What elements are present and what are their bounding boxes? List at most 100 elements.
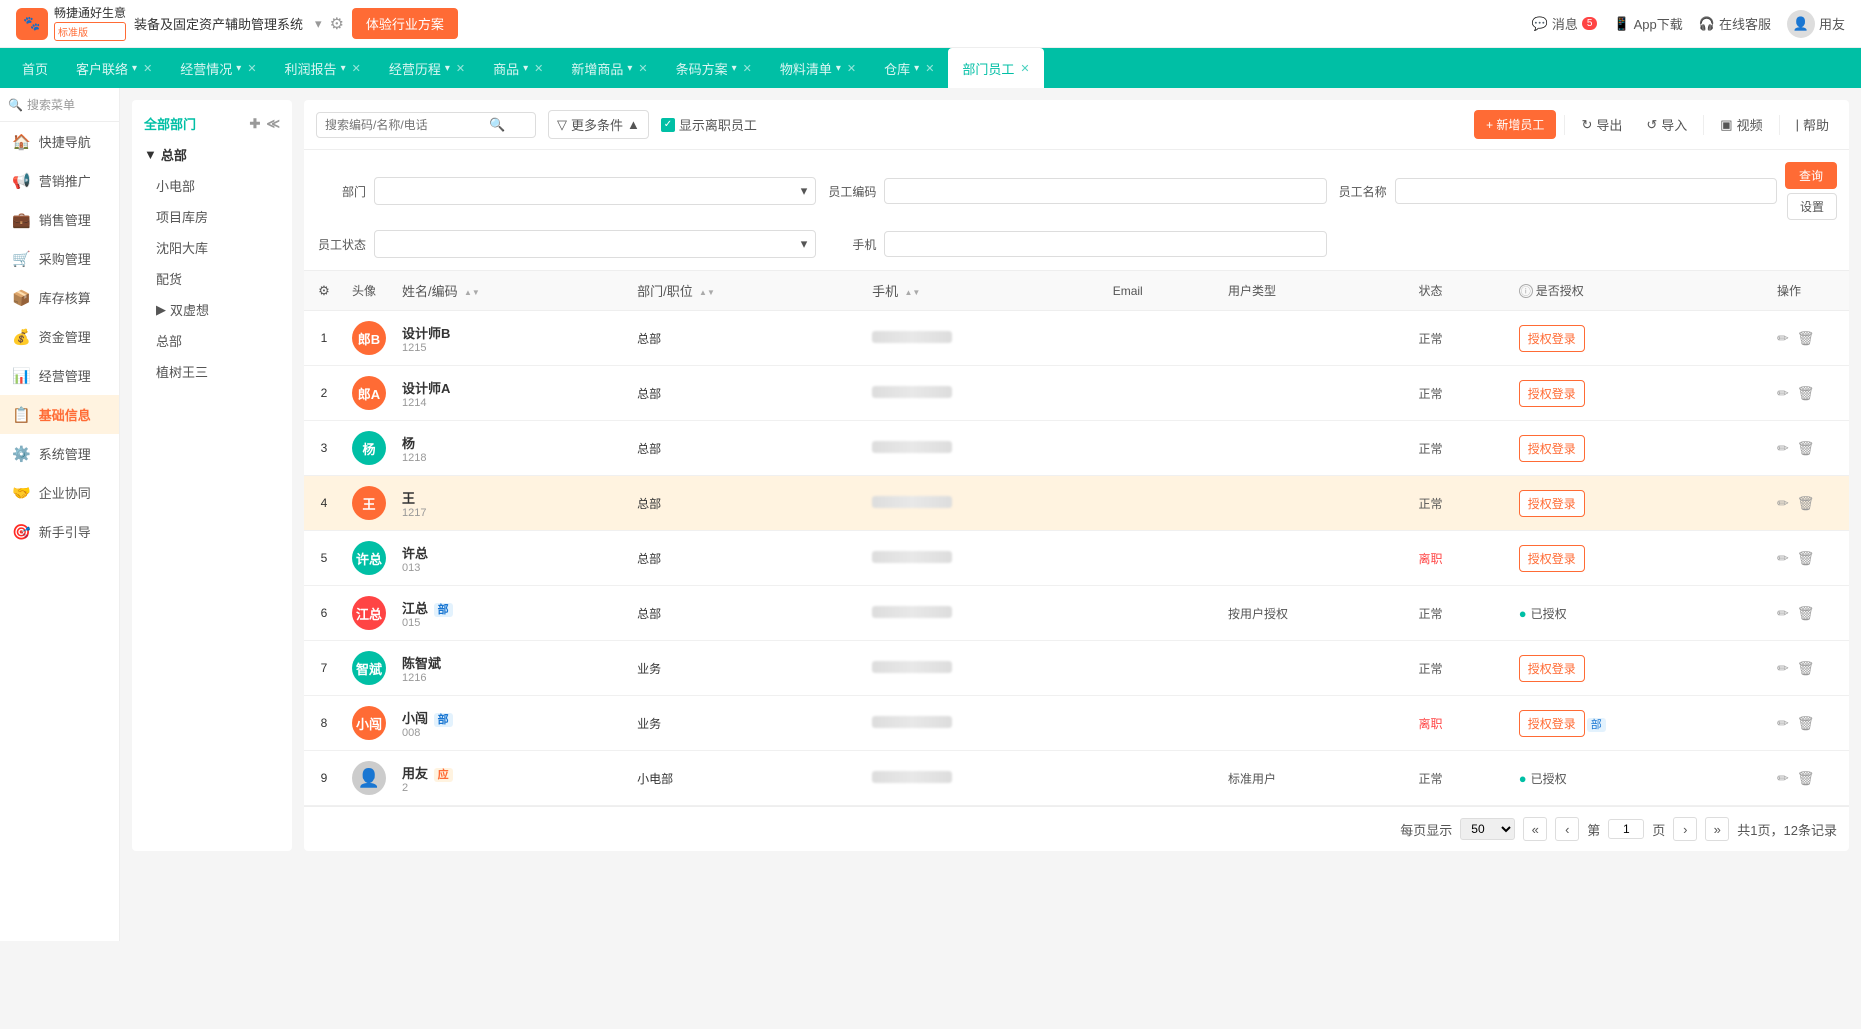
emp-code-input[interactable] bbox=[884, 178, 1326, 204]
sidebar-item-basic-info[interactable]: 📋 基础信息 bbox=[0, 395, 119, 434]
delete-icon[interactable]: 🗑 bbox=[1797, 550, 1815, 567]
page-number-input[interactable] bbox=[1608, 819, 1644, 839]
sidebar-item-collaboration[interactable]: 🤝 企业协同 bbox=[0, 473, 119, 512]
tab-barcode-close-icon[interactable]: ✕ bbox=[743, 62, 752, 75]
sidebar-item-marketing[interactable]: 📢 营销推广 bbox=[0, 161, 119, 200]
sidebar-item-purchase[interactable]: 🛒 采购管理 bbox=[0, 239, 119, 278]
auth-login-button[interactable]: 授权登录 bbox=[1519, 435, 1585, 462]
sidebar-item-finance[interactable]: 💰 资金管理 bbox=[0, 317, 119, 356]
dept-filter-select[interactable]: ▾ bbox=[374, 177, 816, 205]
next-page-button[interactable]: › bbox=[1673, 817, 1697, 841]
per-page-select[interactable]: 50 100 bbox=[1460, 818, 1515, 840]
edit-icon[interactable]: ✏ bbox=[1777, 715, 1789, 732]
auth-login-button[interactable]: 授权登录 bbox=[1519, 545, 1585, 572]
dept-tree-item-distribution[interactable]: 配货 bbox=[132, 263, 292, 294]
emp-name-input[interactable] bbox=[1395, 178, 1777, 204]
tab-dept-staff[interactable]: 部门员工 ✕ bbox=[948, 48, 1043, 88]
tab-new-goods[interactable]: 新增商品 ▾ ✕ bbox=[557, 48, 661, 88]
search-input[interactable] bbox=[325, 118, 485, 132]
delete-icon[interactable]: 🗑 bbox=[1797, 715, 1815, 732]
tab-goods-close-icon[interactable]: ✕ bbox=[534, 62, 543, 75]
phone-sort-icon[interactable]: ▲▼ bbox=[905, 288, 921, 297]
tab-dept-staff-close-icon[interactable]: ✕ bbox=[1020, 62, 1029, 75]
dept-tree-item-project-store[interactable]: 项目库房 bbox=[132, 201, 292, 232]
th-phone[interactable]: 手机 ▲▼ bbox=[864, 271, 1105, 311]
delete-icon[interactable]: 🗑 bbox=[1797, 660, 1815, 677]
edit-icon[interactable]: ✏ bbox=[1777, 385, 1789, 402]
more-filters-button[interactable]: ▽ 更多条件 ▲ bbox=[548, 110, 649, 139]
dept-tree-item-plant-king[interactable]: 植树王三 bbox=[132, 356, 292, 387]
tab-bom-close-icon[interactable]: ✕ bbox=[847, 62, 856, 75]
sidebar-item-inventory[interactable]: 📦 库存核算 bbox=[0, 278, 119, 317]
sidebar-item-management[interactable]: 📊 经营管理 bbox=[0, 356, 119, 395]
message-item[interactable]: 💬 消息 5 bbox=[1532, 14, 1598, 33]
tab-operation[interactable]: 经营情况 ▾ ✕ bbox=[166, 48, 270, 88]
search-input-wrap[interactable]: 🔍 bbox=[316, 112, 536, 138]
emp-status-select[interactable]: ▾ bbox=[374, 230, 816, 258]
dept-tree-item-small-elec[interactable]: 小电部 bbox=[132, 170, 292, 201]
dept-tree-item-headquarters-root[interactable]: ▼ 总部 bbox=[132, 139, 292, 170]
tab-goods[interactable]: 商品 ▾ ✕ bbox=[479, 48, 557, 88]
add-employee-button[interactable]: + 新增员工 bbox=[1474, 110, 1556, 139]
tab-customer[interactable]: 客户联络 ▾ ✕ bbox=[62, 48, 166, 88]
phone-input[interactable] bbox=[884, 231, 1326, 257]
query-button[interactable]: 查询 bbox=[1785, 162, 1837, 189]
app-download-item[interactable]: 📱 App下载 bbox=[1613, 14, 1682, 33]
name-sort-icon[interactable]: ▲▼ bbox=[464, 288, 480, 297]
online-service-item[interactable]: 🎧 在线客服 bbox=[1699, 14, 1771, 33]
export-button[interactable]: ↻ 导出 bbox=[1573, 111, 1630, 138]
last-page-button[interactable]: » bbox=[1705, 817, 1729, 841]
dept-tree-item-shenyang[interactable]: 沈阳大库 bbox=[132, 232, 292, 263]
tab-new-goods-close-icon[interactable]: ✕ bbox=[638, 62, 647, 75]
sidebar-item-sales[interactable]: 💼 销售管理 bbox=[0, 200, 119, 239]
edit-icon[interactable]: ✏ bbox=[1777, 550, 1789, 567]
tab-history[interactable]: 经营历程 ▾ ✕ bbox=[375, 48, 479, 88]
th-dept[interactable]: 部门/职位 ▲▼ bbox=[629, 271, 864, 311]
settings-button[interactable]: 设置 bbox=[1787, 193, 1837, 220]
auth-login-button[interactable]: 授权登录 bbox=[1519, 490, 1585, 517]
view-button[interactable]: ▣ 视频 bbox=[1712, 111, 1770, 138]
edit-icon[interactable]: ✏ bbox=[1777, 770, 1789, 787]
trial-button[interactable]: 体验行业方案 bbox=[352, 8, 458, 39]
settings-column-icon[interactable]: ⚙ bbox=[318, 283, 330, 298]
system-title-arrow-icon[interactable]: ▾ bbox=[315, 16, 322, 32]
dept-add-icon[interactable]: ✚ bbox=[249, 116, 260, 132]
edit-icon[interactable]: ✏ bbox=[1777, 660, 1789, 677]
sidebar-item-system[interactable]: ⚙️ 系统管理 bbox=[0, 434, 119, 473]
tab-warehouse[interactable]: 仓库 ▾ ✕ bbox=[870, 48, 948, 88]
edit-icon[interactable]: ✏ bbox=[1777, 440, 1789, 457]
tab-customer-close-icon[interactable]: ✕ bbox=[143, 62, 152, 75]
auth-login-button[interactable]: 授权登录 bbox=[1519, 655, 1585, 682]
delete-icon[interactable]: 🗑 bbox=[1797, 770, 1815, 787]
auth-info-icon[interactable]: ⓘ bbox=[1519, 284, 1533, 298]
help-button[interactable]: | 帮助 bbox=[1788, 111, 1837, 138]
auth-login-button[interactable]: 授权登录 bbox=[1519, 380, 1585, 407]
import-button[interactable]: ↺ 导入 bbox=[1638, 111, 1695, 138]
first-page-button[interactable]: « bbox=[1523, 817, 1547, 841]
tab-operation-close-icon[interactable]: ✕ bbox=[247, 62, 256, 75]
delete-icon[interactable]: 🗑 bbox=[1797, 440, 1815, 457]
prev-page-button[interactable]: ‹ bbox=[1555, 817, 1579, 841]
tab-profit[interactable]: 利润报告 ▾ ✕ bbox=[271, 48, 375, 88]
tab-barcode[interactable]: 条码方案 ▾ ✕ bbox=[662, 48, 766, 88]
tab-profit-close-icon[interactable]: ✕ bbox=[352, 62, 361, 75]
delete-icon[interactable]: 🗑 bbox=[1797, 495, 1815, 512]
dept-tree-item-hq[interactable]: 总部 bbox=[132, 325, 292, 356]
th-name[interactable]: 姓名/编码 ▲▼ bbox=[394, 271, 629, 311]
edit-icon[interactable]: ✏ bbox=[1777, 330, 1789, 347]
tab-warehouse-close-icon[interactable]: ✕ bbox=[925, 62, 934, 75]
edit-icon[interactable]: ✏ bbox=[1777, 605, 1789, 622]
sidebar-item-quick-nav[interactable]: 🏠 快捷导航 bbox=[0, 122, 119, 161]
auth-login-button[interactable]: 授权登录 bbox=[1519, 710, 1585, 737]
th-settings[interactable]: ⚙ bbox=[304, 271, 344, 311]
gear-icon[interactable]: ⚙ bbox=[330, 14, 344, 34]
auth-login-button[interactable]: 授权登录 bbox=[1519, 325, 1585, 352]
delete-icon[interactable]: 🗑 bbox=[1797, 330, 1815, 347]
delete-icon[interactable]: 🗑 bbox=[1797, 385, 1815, 402]
edit-icon[interactable]: ✏ bbox=[1777, 495, 1789, 512]
tab-bom[interactable]: 物料清单 ▾ ✕ bbox=[766, 48, 870, 88]
sidebar-search[interactable]: 🔍 搜索菜单 bbox=[0, 88, 119, 122]
dept-collapse-icon[interactable]: ≪ bbox=[266, 116, 280, 132]
tab-history-close-icon[interactable]: ✕ bbox=[456, 62, 465, 75]
sidebar-item-guide[interactable]: 🎯 新手引导 bbox=[0, 512, 119, 551]
